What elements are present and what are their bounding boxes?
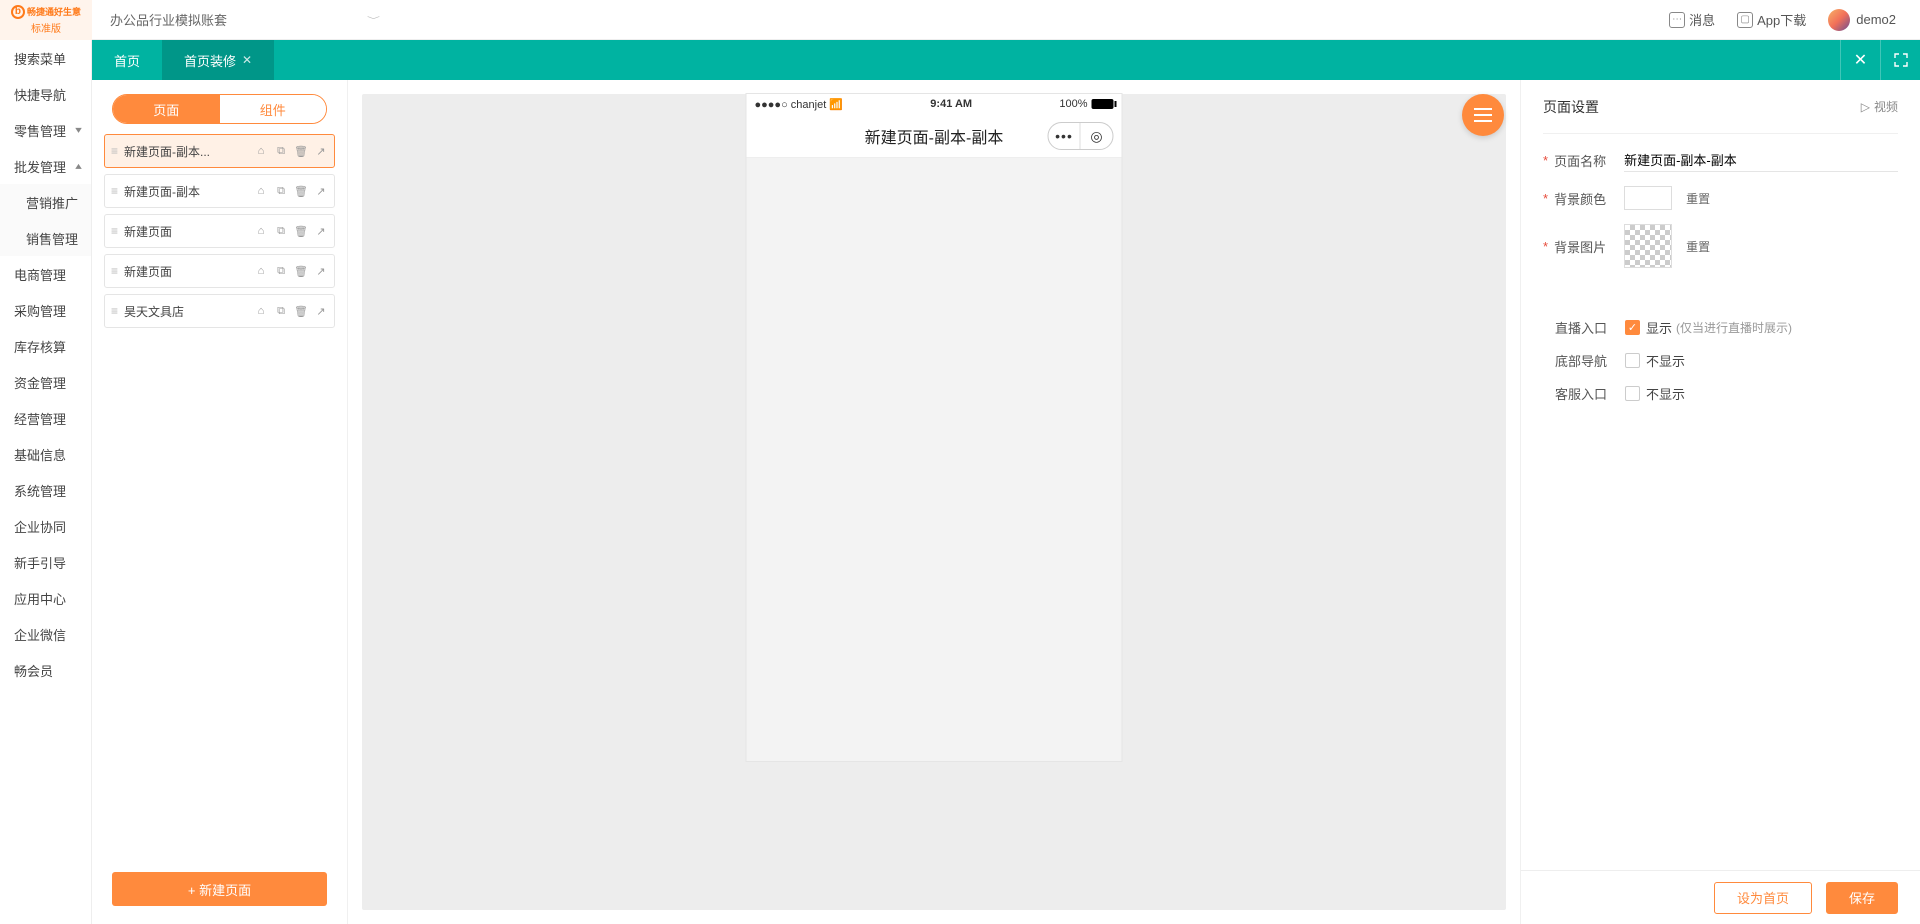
play-icon: ▷ [1861, 100, 1870, 114]
home-icon[interactable]: ⌂ [254, 224, 268, 238]
save-button[interactable]: 保存 [1826, 882, 1898, 914]
delete-icon[interactable]: 🗑 [294, 144, 308, 158]
sidebar-item[interactable]: 资金管理 [0, 364, 91, 400]
chevron-down-icon: ﹀ [367, 14, 380, 25]
message-icon: ⋯ [1669, 12, 1685, 28]
set-home-button[interactable]: 设为首页 [1714, 882, 1812, 914]
page-list-name: 新建页面 [124, 223, 248, 240]
bg-image-reset[interactable]: 重置 [1686, 238, 1710, 255]
capsule-menu-icon[interactable]: ••• [1049, 123, 1081, 149]
sidebar-item[interactable]: 搜索菜单 [0, 40, 91, 76]
home-icon[interactable]: ⌂ [254, 184, 268, 198]
share-icon[interactable]: ↗ [314, 184, 328, 198]
video-link[interactable]: ▷ 视频 [1861, 98, 1898, 115]
app-download-button[interactable]: ▢ App下载 [1737, 10, 1806, 29]
home-icon[interactable]: ⌂ [254, 304, 268, 318]
brand-logo: b畅捷通好生意 标准版 [0, 0, 92, 40]
page-list-name: 新建页面-副本... [124, 143, 248, 160]
page-list-panel: 页面 组件 ≡ 新建页面-副本... ⌂ ⧉ 🗑 ↗ ≡ 新建页面-副本 ⌂ ⧉ 🗑 ↗ ≡ 新建页面 ⌂ ⧉… [92, 80, 348, 924]
phone-page-title: 新建页面-副本-副本 [865, 124, 1004, 148]
sidebar-item[interactable]: 基础信息 [0, 436, 91, 472]
account-selector[interactable]: 办公品行业模拟账套﹀ [110, 10, 380, 29]
page-list-name: 昊天文具店 [124, 303, 248, 320]
sidebar-item[interactable]: 企业微信 [0, 616, 91, 652]
drag-handle-icon[interactable]: ≡ [111, 304, 118, 318]
sidebar-item[interactable]: 畅会员 [0, 652, 91, 688]
username-label[interactable]: demo2 [1856, 12, 1896, 27]
bg-image-swatch[interactable] [1624, 224, 1672, 268]
drag-handle-icon[interactable]: ≡ [111, 144, 118, 158]
home-icon[interactable]: ⌂ [254, 144, 268, 158]
sidebar-subitem[interactable]: 营销推广 [0, 184, 91, 220]
caret-down-icon: ▾ [75, 125, 82, 136]
sidebar-item[interactable]: 经营管理 [0, 400, 91, 436]
canvas-menu-button[interactable] [1462, 94, 1504, 136]
bottom-nav-checkbox[interactable] [1625, 353, 1640, 368]
sidebar-item[interactable]: 快捷导航 [0, 76, 91, 112]
page-name-input[interactable] [1624, 148, 1898, 172]
delete-icon[interactable]: 🗑 [294, 304, 308, 318]
main-sidebar: 搜索菜单快捷导航零售管理▾批发管理▴营销推广销售管理电商管理采购管理库存核算资金… [0, 40, 92, 924]
page-list-row[interactable]: ≡ 新建页面-副本 ⌂ ⧉ 🗑 ↗ [104, 174, 335, 208]
sidebar-item[interactable]: 企业协同 [0, 508, 91, 544]
tab[interactable]: 首页 [92, 40, 162, 80]
page-list-row[interactable]: ≡ 新建页面-副本... ⌂ ⧉ 🗑 ↗ [104, 134, 335, 168]
share-icon[interactable]: ↗ [314, 264, 328, 278]
tab-strip: 首页首页装修✕ ✕ [92, 40, 1920, 80]
live-checkbox[interactable]: ✓ [1625, 320, 1640, 335]
copy-icon[interactable]: ⧉ [274, 224, 288, 238]
messages-button[interactable]: ⋯ 消息 [1669, 10, 1715, 29]
page-component-segmented[interactable]: 页面 组件 [112, 94, 327, 124]
bg-color-swatch[interactable] [1624, 186, 1672, 210]
share-icon[interactable]: ↗ [314, 224, 328, 238]
settings-panel: 页面设置 ▷ 视频 *页面名称 *背景颜色 重置 *背景图片 重置 直播入口 ✓… [1520, 80, 1920, 924]
avatar[interactable] [1828, 9, 1850, 31]
segment-page[interactable]: 页面 [113, 95, 220, 123]
sidebar-item[interactable]: 新手引导 [0, 544, 91, 580]
drag-handle-icon[interactable]: ≡ [111, 264, 118, 278]
page-list-row[interactable]: ≡ 新建页面 ⌂ ⧉ 🗑 ↗ [104, 254, 335, 288]
phone-icon: ▢ [1737, 12, 1753, 28]
sidebar-item[interactable]: 应用中心 [0, 580, 91, 616]
sidebar-item[interactable]: 批发管理▴ [0, 148, 91, 184]
wechat-capsule[interactable]: ••• ◎ [1048, 122, 1114, 150]
sidebar-item[interactable]: 采购管理 [0, 292, 91, 328]
delete-icon[interactable]: 🗑 [294, 184, 308, 198]
share-icon[interactable]: ↗ [314, 144, 328, 158]
bg-color-reset[interactable]: 重置 [1686, 190, 1710, 207]
page-list-row[interactable]: ≡ 新建页面 ⌂ ⧉ 🗑 ↗ [104, 214, 335, 248]
home-icon[interactable]: ⌂ [254, 264, 268, 278]
drag-handle-icon[interactable]: ≡ [111, 224, 118, 238]
capsule-close-icon[interactable]: ◎ [1081, 123, 1113, 149]
phone-preview: ●●●●○ chanjet 📶 9:41 AM 100% 新建页面-副本-副本 … [747, 94, 1122, 761]
page-list-name: 新建页面-副本 [124, 183, 248, 200]
delete-icon[interactable]: 🗑 [294, 224, 308, 238]
tab[interactable]: 首页装修✕ [162, 40, 274, 80]
sidebar-subitem[interactable]: 销售管理 [0, 220, 91, 256]
tab-close-icon[interactable]: ✕ [242, 53, 252, 67]
segment-component[interactable]: 组件 [220, 95, 327, 123]
sidebar-item[interactable]: 电商管理 [0, 256, 91, 292]
design-canvas[interactable]: ●●●●○ chanjet 📶 9:41 AM 100% 新建页面-副本-副本 … [348, 80, 1520, 924]
caret-up-icon: ▴ [75, 161, 82, 172]
phone-status-bar: ●●●●○ chanjet 📶 9:41 AM 100% [747, 94, 1122, 114]
fullscreen-button[interactable] [1880, 40, 1920, 80]
copy-icon[interactable]: ⧉ [274, 264, 288, 278]
battery-icon [1092, 99, 1114, 109]
settings-title: 页面设置 [1543, 97, 1599, 117]
close-all-tabs-button[interactable]: ✕ [1840, 40, 1880, 80]
page-list-row[interactable]: ≡ 昊天文具店 ⌂ ⧉ 🗑 ↗ [104, 294, 335, 328]
copy-icon[interactable]: ⧉ [274, 184, 288, 198]
delete-icon[interactable]: 🗑 [294, 264, 308, 278]
share-icon[interactable]: ↗ [314, 304, 328, 318]
service-checkbox[interactable] [1625, 386, 1640, 401]
sidebar-item[interactable]: 系统管理 [0, 472, 91, 508]
page-list-name: 新建页面 [124, 263, 248, 280]
sidebar-item[interactable]: 库存核算 [0, 328, 91, 364]
drag-handle-icon[interactable]: ≡ [111, 184, 118, 198]
copy-icon[interactable]: ⧉ [274, 144, 288, 158]
sidebar-item[interactable]: 零售管理▾ [0, 112, 91, 148]
new-page-button[interactable]: + 新建页面 [112, 872, 327, 906]
copy-icon[interactable]: ⧉ [274, 304, 288, 318]
